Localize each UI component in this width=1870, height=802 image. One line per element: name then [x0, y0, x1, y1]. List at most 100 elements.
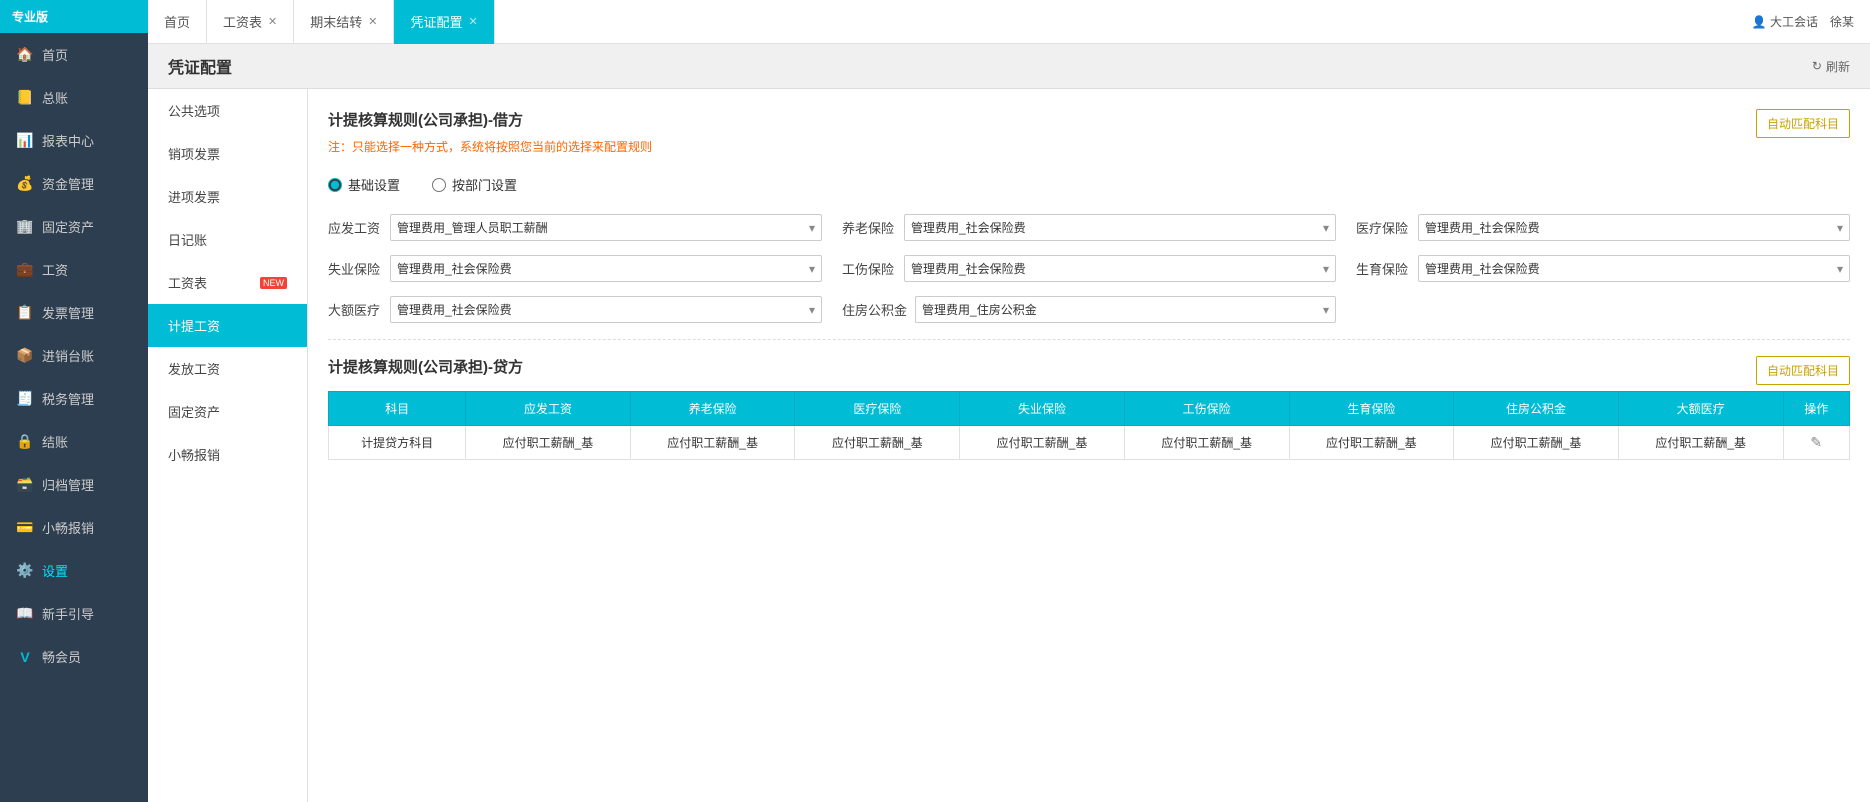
maternity-select[interactable]: 管理费用_社会保险费 ▾ [1418, 255, 1850, 282]
sidebar-item-guide[interactable]: 📖 新手引导 [0, 592, 148, 635]
cell-medical: 应付职工薪酬_基 [795, 426, 960, 460]
field-medical: 医疗保险 管理费用_社会保险费 ▾ [1356, 214, 1850, 241]
radio-department-label[interactable]: 按部门设置 [432, 175, 517, 194]
auto-match-credit-button[interactable]: 自动匹配科目 [1756, 356, 1850, 385]
cell-maternity: 应付职工薪酬_基 [1289, 426, 1454, 460]
credit-section-header: 计提核算规则(公司承担)-贷方 自动匹配科目 [328, 356, 1850, 385]
chevron-down-icon: ▾ [809, 262, 815, 276]
sidebar-item-ledger[interactable]: 📒 总账 [0, 76, 148, 119]
maternity-label: 生育保险 [1356, 259, 1410, 278]
edit-icon[interactable]: ✎ [1810, 434, 1822, 450]
page-header: 凭证配置 ↻ 刷新 [148, 44, 1870, 89]
member-icon: V [16, 649, 34, 665]
sidebar-item-fixed-assets[interactable]: 🏢 固定资产 [0, 205, 148, 248]
purchase-sales-icon: 📦 [16, 347, 34, 364]
cell-action[interactable]: ✎ [1783, 426, 1849, 460]
housing-fund-select[interactable]: 管理费用_住房公积金 ▾ [915, 296, 1336, 323]
left-nav-public[interactable]: 公共选项 [148, 89, 307, 132]
unemployment-select[interactable]: 管理费用_社会保险费 ▾ [390, 255, 822, 282]
sidebar-item-closing[interactable]: 🔒 结账 [0, 420, 148, 463]
tab-salary-sheet[interactable]: 工资表 ✕ [207, 0, 294, 44]
payable-wage-select[interactable]: 管理费用_管理人员职工薪酬 ▾ [390, 214, 822, 241]
sidebar-item-archive[interactable]: 🗃️ 归档管理 [0, 463, 148, 506]
left-nav-fixed-assets[interactable]: 固定资产 [148, 390, 307, 433]
cell-payable-wage: 应付职工薪酬_基 [466, 426, 631, 460]
invoice-icon: 📋 [16, 304, 34, 321]
work-injury-label: 工伤保险 [842, 259, 896, 278]
chevron-down-icon: ▾ [809, 221, 815, 235]
main-area: 首页 工资表 ✕ 期末结转 ✕ 凭证配置 ✕ 👤 大工会话 徐某 凭证配置 ↻ … [148, 0, 1870, 802]
th-medical: 医疗保险 [795, 392, 960, 426]
left-nav-pay-salary[interactable]: 发放工资 [148, 347, 307, 390]
left-nav: 公共选项 销项发票 进项发票 日记账 工资表 NEW 计提工资 [148, 89, 308, 802]
sidebar-item-salary[interactable]: 💼 工资 [0, 248, 148, 291]
section-divider [328, 339, 1850, 340]
layout: 公共选项 销项发票 进项发票 日记账 工资表 NEW 计提工资 [148, 89, 1870, 802]
content-area: 凭证配置 ↻ 刷新 公共选项 销项发票 进项发票 日记账 [148, 44, 1870, 802]
th-pension: 养老保险 [630, 392, 795, 426]
field-pension: 养老保险 管理费用_社会保险费 ▾ [842, 214, 1336, 241]
left-nav-journal[interactable]: 日记账 [148, 218, 307, 261]
medical-select[interactable]: 管理费用_社会保险费 ▾ [1418, 214, 1850, 241]
sidebar-item-reports[interactable]: 📊 报表中心 [0, 119, 148, 162]
sidebar-item-expense[interactable]: 💳 小畅报销 [0, 506, 148, 549]
field-major-medical: 大额医疗 管理费用_社会保险费 ▾ [328, 296, 822, 323]
credit-table: 科目 应发工资 养老保险 医疗保险 失业保险 工伤保险 生育保险 住房公积金 大… [328, 391, 1850, 460]
sidebar-item-purchase-sales[interactable]: 📦 进销台账 [0, 334, 148, 377]
th-maternity: 生育保险 [1289, 392, 1454, 426]
sidebar-item-settings[interactable]: ⚙️ 设置 [0, 549, 148, 592]
refresh-icon: ↻ [1812, 59, 1822, 73]
sidebar-item-invoice[interactable]: 📋 发票管理 [0, 291, 148, 334]
th-action: 操作 [1783, 392, 1849, 426]
close-voucher-config-tab[interactable]: ✕ [469, 15, 478, 28]
sidebar-item-home[interactable]: 🏠 首页 [0, 33, 148, 76]
sidebar-item-funds[interactable]: 💰 资金管理 [0, 162, 148, 205]
chevron-down-icon: ▾ [1323, 262, 1329, 276]
tab-voucher-config[interactable]: 凭证配置 ✕ [394, 0, 494, 44]
cell-work-injury: 应付职工薪酬_基 [1124, 426, 1289, 460]
chevron-down-icon: ▾ [1837, 221, 1843, 235]
sidebar-item-member[interactable]: V 畅会员 [0, 635, 148, 678]
topbar: 首页 工资表 ✕ 期末结转 ✕ 凭证配置 ✕ 👤 大工会话 徐某 [148, 0, 1870, 44]
major-medical-select[interactable]: 管理费用_社会保险费 ▾ [390, 296, 822, 323]
radio-basic-label[interactable]: 基础设置 [328, 175, 400, 194]
sidebar-item-tax[interactable]: 🧾 税务管理 [0, 377, 148, 420]
pension-label: 养老保险 [842, 218, 896, 237]
auto-match-debit-button[interactable]: 自动匹配科目 [1756, 109, 1850, 138]
left-nav-purchase-invoice[interactable]: 进项发票 [148, 175, 307, 218]
username: 徐某 [1830, 13, 1854, 30]
left-nav-expense-report[interactable]: 小畅报销 [148, 433, 307, 476]
chevron-down-icon: ▾ [1837, 262, 1843, 276]
debit-fields-grid: 应发工资 管理费用_管理人员职工薪酬 ▾ 养老保险 管理费用_社会保险费 ▾ [328, 214, 1850, 323]
chevron-down-icon: ▾ [1323, 303, 1329, 317]
tab-period-closing[interactable]: 期末结转 ✕ [294, 0, 394, 44]
archive-icon: 🗃️ [16, 476, 34, 493]
field-work-injury: 工伤保险 管理费用_社会保险费 ▾ [842, 255, 1336, 282]
close-period-closing-tab[interactable]: ✕ [368, 15, 377, 28]
guide-icon: 📖 [16, 605, 34, 622]
left-nav-salary-sheet[interactable]: 工资表 NEW [148, 261, 307, 304]
fixed-assets-icon: 🏢 [16, 218, 34, 235]
close-salary-sheet-tab[interactable]: ✕ [268, 15, 277, 28]
pension-select[interactable]: 管理费用_社会保险费 ▾ [904, 214, 1336, 241]
left-nav-sales-invoice[interactable]: 销项发票 [148, 132, 307, 175]
chevron-down-icon: ▾ [1323, 221, 1329, 235]
left-nav-calc-salary[interactable]: 计提工资 [148, 304, 307, 347]
home-icon: 🏠 [16, 46, 34, 63]
radio-department[interactable] [432, 178, 446, 192]
field-payable-wage: 应发工资 管理费用_管理人员职工薪酬 ▾ [328, 214, 822, 241]
refresh-button[interactable]: ↻ 刷新 [1812, 58, 1850, 75]
tab-home[interactable]: 首页 [148, 0, 207, 44]
salary-icon: 💼 [16, 261, 34, 278]
reports-icon: 📊 [16, 132, 34, 149]
cell-housing-fund: 应付职工薪酬_基 [1454, 426, 1619, 460]
work-injury-select[interactable]: 管理费用_社会保险费 ▾ [904, 255, 1336, 282]
field-housing-fund: 住房公积金 管理费用_住房公积金 ▾ [842, 296, 1336, 323]
th-unemployment: 失业保险 [960, 392, 1125, 426]
funds-icon: 💰 [16, 175, 34, 192]
medical-label: 医疗保险 [1356, 218, 1410, 237]
cell-subject: 计提贷方科目 [329, 426, 466, 460]
radio-basic[interactable] [328, 178, 342, 192]
expense-icon: 💳 [16, 519, 34, 536]
debit-section-note: 注：只能选择一种方式，系统将按照您当前的选择来配置规则 [328, 138, 652, 155]
